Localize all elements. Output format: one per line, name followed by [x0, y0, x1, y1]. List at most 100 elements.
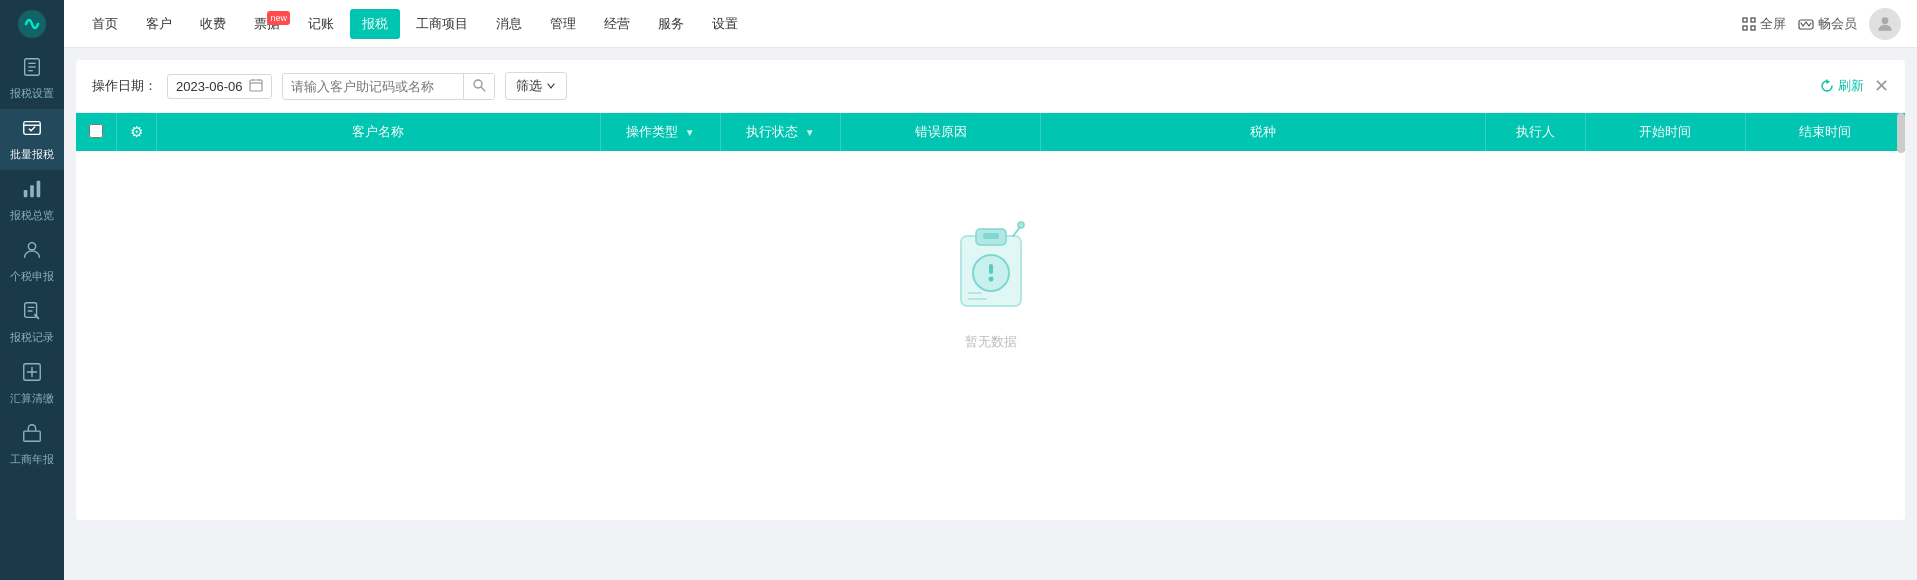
svg-point-18 [1882, 17, 1889, 24]
filter-label: 筛选 [516, 77, 542, 95]
gongshang-icon [21, 422, 43, 449]
sidebar-item-label: 个税申报 [10, 269, 54, 284]
calendar-icon [249, 78, 263, 95]
huisuan-icon [21, 361, 43, 388]
topnav-right: 全屏 畅会员 [1742, 8, 1901, 40]
content-area: 操作日期： 2023-06-06 筛选 [64, 48, 1917, 580]
refresh-label: 刷新 [1838, 77, 1864, 95]
date-picker[interactable]: 2023-06-06 [167, 74, 272, 99]
th-client-name: 客户名称 [156, 113, 601, 151]
nav-messages[interactable]: 消息 [484, 9, 534, 39]
th-tax-type: 税种 [1041, 113, 1486, 151]
sidebar-item-baoshui-shezhi[interactable]: 报税设置 [0, 48, 64, 109]
vip-label: 畅会员 [1818, 15, 1857, 33]
nav-operations[interactable]: 经营 [592, 9, 642, 39]
piliang-baoshui-icon [21, 117, 43, 144]
svg-rect-13 [1743, 18, 1747, 22]
svg-rect-27 [983, 233, 999, 239]
svg-rect-14 [1751, 18, 1755, 22]
th-checkbox [76, 113, 116, 151]
th-start-time: 开始时间 [1585, 113, 1745, 151]
empty-illustration [941, 211, 1041, 321]
fullscreen-label: 全屏 [1760, 15, 1786, 33]
sidebar-item-geshui-shenb[interactable]: 个税申报 [0, 231, 64, 292]
sidebar-item-label: 批量报税 [10, 147, 54, 162]
search-box [282, 73, 495, 100]
toolbar-right: 刷新 ✕ [1820, 75, 1889, 97]
search-button[interactable] [463, 74, 494, 99]
svg-rect-5 [24, 122, 41, 135]
th-end-time: 结束时间 [1745, 113, 1905, 151]
svg-point-30 [988, 277, 993, 282]
nav-fees[interactable]: 收费 [188, 9, 238, 39]
vip-button[interactable]: 畅会员 [1798, 15, 1857, 33]
svg-point-23 [474, 80, 482, 88]
svg-rect-6 [24, 190, 28, 197]
nav-clients[interactable]: 客户 [134, 9, 184, 39]
nav-home[interactable]: 首页 [80, 9, 130, 39]
th-op-type[interactable]: 操作类型 ▼ [601, 113, 721, 151]
nav-tax[interactable]: 报税 [350, 9, 400, 39]
nav-industrial[interactable]: 工商项目 [404, 9, 480, 39]
refresh-button[interactable]: 刷新 [1820, 77, 1864, 95]
main-area: 首页 客户 收费 票据 new 记账 报税 工商项目 消息 管理 经营 服务 设… [64, 0, 1917, 580]
svg-rect-8 [37, 181, 41, 198]
baoshui-jilu-icon [21, 300, 43, 327]
content-card: 操作日期： 2023-06-06 筛选 [76, 60, 1905, 520]
svg-rect-17 [1799, 20, 1813, 29]
svg-point-32 [1018, 222, 1024, 228]
sidebar-item-label: 报税设置 [10, 86, 54, 101]
svg-rect-29 [989, 264, 993, 274]
new-badge: new [267, 11, 290, 25]
nav-services[interactable]: 服务 [646, 9, 696, 39]
svg-rect-7 [30, 185, 34, 197]
th-exec-status[interactable]: 执行状态 ▼ [721, 113, 841, 151]
baoshui-zonglang-icon [21, 178, 43, 205]
topnav: 首页 客户 收费 票据 new 记账 报税 工商项目 消息 管理 经营 服务 设… [64, 0, 1917, 48]
sidebar-item-label: 报税总览 [10, 208, 54, 223]
select-all-checkbox[interactable] [89, 124, 103, 138]
settings-gear-icon[interactable]: ⚙ [130, 123, 143, 140]
nav-invoices[interactable]: 票据 new [242, 9, 292, 39]
date-label: 操作日期： [92, 77, 157, 95]
sidebar: 报税设置 批量报税 报税总览 个税申报 报税记录 汇算清缴 工商 [0, 0, 64, 580]
sidebar-item-piliang-baoshui[interactable]: 批量报税 [0, 109, 64, 170]
svg-line-24 [481, 87, 485, 91]
svg-rect-19 [250, 80, 262, 91]
sort-exec-status-icon: ▼ [805, 127, 815, 138]
svg-point-9 [28, 243, 35, 250]
svg-rect-15 [1743, 26, 1747, 30]
date-value: 2023-06-06 [176, 79, 243, 94]
svg-rect-16 [1751, 26, 1755, 30]
th-executor: 执行人 [1485, 113, 1585, 151]
sidebar-item-label: 报税记录 [10, 330, 54, 345]
data-table: ⚙ 客户名称 操作类型 ▼ 执行状态 ▼ 错误原因 [76, 113, 1905, 391]
table-header-row: ⚙ 客户名称 操作类型 ▼ 执行状态 ▼ 错误原因 [76, 113, 1905, 151]
sidebar-item-huisuan-jiaona[interactable]: 汇算清缴 [0, 353, 64, 414]
search-input[interactable] [283, 75, 463, 98]
nav-settings[interactable]: 设置 [700, 9, 750, 39]
th-error-reason: 错误原因 [841, 113, 1041, 151]
fullscreen-button[interactable]: 全屏 [1742, 15, 1786, 33]
close-button[interactable]: ✕ [1874, 75, 1889, 97]
empty-text: 暂无数据 [965, 333, 1017, 351]
sidebar-item-gongshang-nianbao[interactable]: 工商年报 [0, 414, 64, 475]
svg-rect-12 [24, 431, 41, 441]
sort-op-type-icon: ▼ [685, 127, 695, 138]
sidebar-item-baoshui-zonglang[interactable]: 报税总览 [0, 170, 64, 231]
table-wrapper: ⚙ 客户名称 操作类型 ▼ 执行状态 ▼ 错误原因 [76, 113, 1905, 391]
sidebar-item-label: 工商年报 [10, 452, 54, 467]
app-logo[interactable] [0, 0, 64, 48]
nav-management[interactable]: 管理 [538, 9, 588, 39]
table-body: 暂无数据 [76, 151, 1905, 391]
sidebar-item-baoshui-jilu[interactable]: 报税记录 [0, 292, 64, 353]
user-avatar[interactable] [1869, 8, 1901, 40]
toolbar: 操作日期： 2023-06-06 筛选 [76, 60, 1905, 113]
th-settings: ⚙ [116, 113, 156, 151]
filter-button[interactable]: 筛选 [505, 72, 567, 100]
scrollbar-indicator[interactable] [1897, 113, 1905, 153]
empty-state: 暂无数据 [76, 151, 1905, 391]
baoshui-shezhi-icon [21, 56, 43, 83]
sidebar-item-label: 汇算清缴 [10, 391, 54, 406]
nav-accounting[interactable]: 记账 [296, 9, 346, 39]
